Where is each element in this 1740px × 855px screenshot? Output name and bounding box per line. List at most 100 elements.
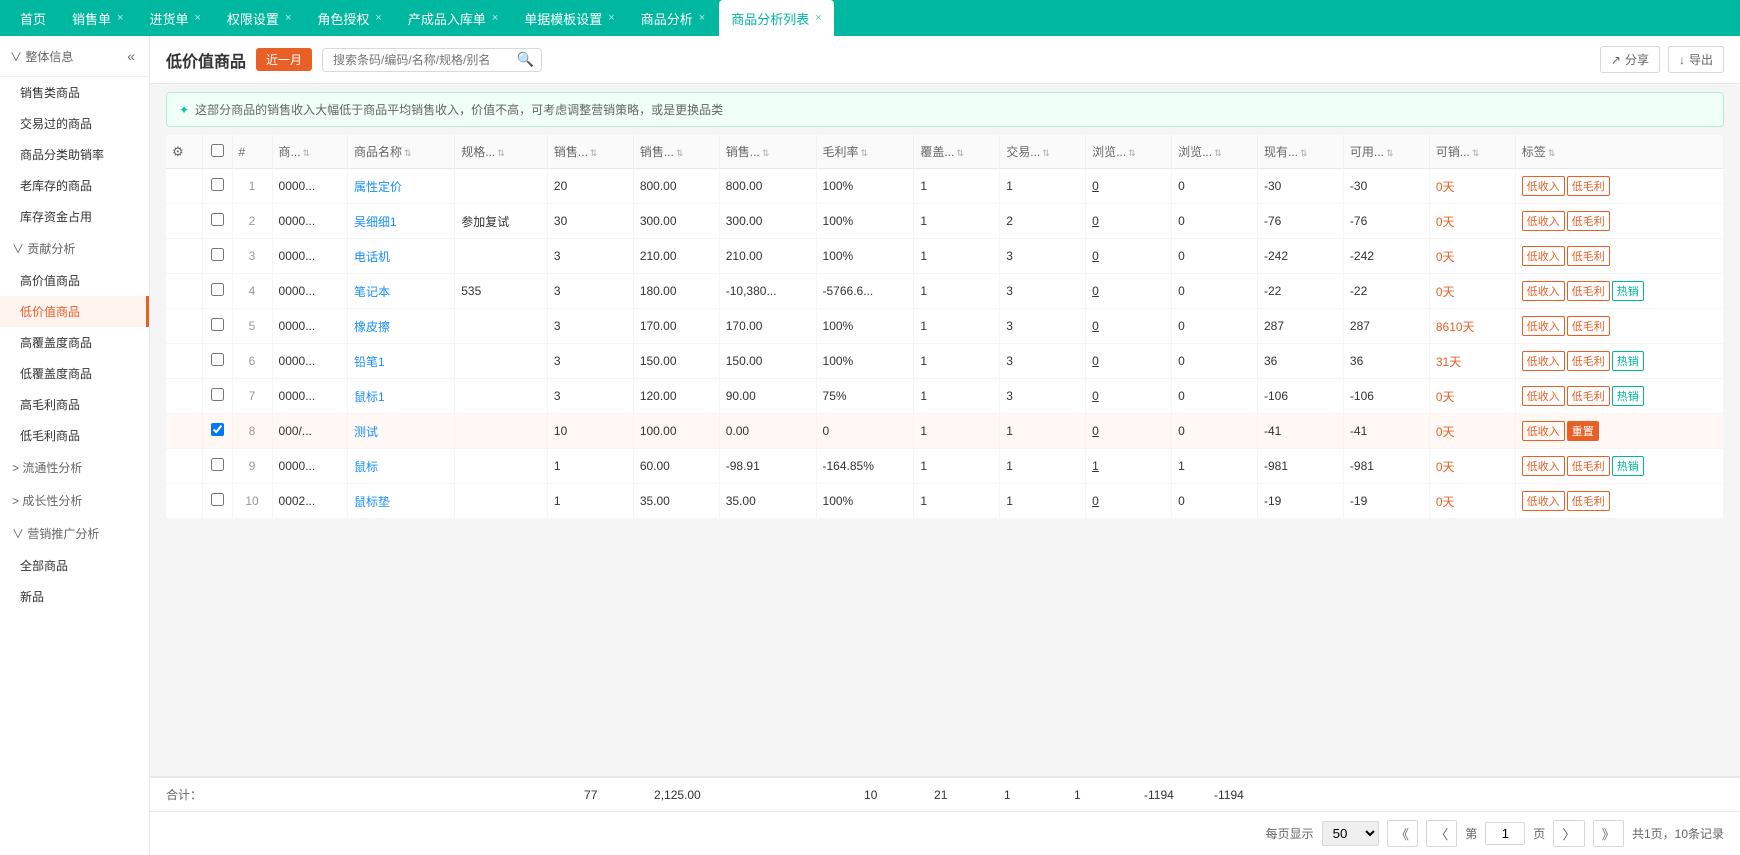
cell-name[interactable]: 铅笔1	[348, 344, 455, 379]
sidebar-item-all-products[interactable]: 全部商品	[0, 550, 149, 581]
browse-link[interactable]: 1	[1092, 459, 1099, 473]
search-input[interactable]	[322, 48, 542, 72]
cell-checkbox[interactable]	[202, 169, 232, 204]
cell-name[interactable]: 橡皮擦	[348, 309, 455, 344]
row-checkbox[interactable]	[211, 248, 224, 261]
settings-icon[interactable]: ⚙	[172, 144, 184, 159]
first-page-button[interactable]: 《	[1387, 820, 1418, 847]
share-button[interactable]: ↗ 分享	[1600, 46, 1660, 73]
th-coverage[interactable]: 覆盖...⇅	[914, 135, 1000, 169]
row-checkbox[interactable]	[211, 178, 224, 191]
cell-browse1[interactable]: 0	[1086, 484, 1172, 519]
nav-purchase[interactable]: 进货单 ×	[137, 0, 212, 36]
cell-checkbox[interactable]	[202, 414, 232, 449]
th-browse1[interactable]: 浏览...⇅	[1086, 135, 1172, 169]
per-page-select[interactable]: 50 20 100	[1322, 821, 1379, 846]
th-browse2[interactable]: 浏览...⇅	[1172, 135, 1258, 169]
th-checkbox[interactable]	[202, 135, 232, 169]
close-permissions-tab[interactable]: ×	[285, 12, 291, 24]
sidebar-item-new-products[interactable]: 新品	[0, 581, 149, 612]
sidebar-item-low-value[interactable]: 低价值商品	[0, 296, 149, 327]
th-name[interactable]: 商品名称⇅	[348, 135, 455, 169]
th-spec[interactable]: 规格...⇅	[455, 135, 548, 169]
next-page-button[interactable]: 〉	[1553, 820, 1584, 847]
sidebar-item-high-value[interactable]: 高价值商品	[0, 265, 149, 296]
cell-browse1[interactable]: 1	[1086, 449, 1172, 484]
row-checkbox[interactable]	[211, 388, 224, 401]
th-stock-now[interactable]: 现有...⇅	[1258, 135, 1344, 169]
sidebar-item-high-coverage[interactable]: 高覆盖度商品	[0, 327, 149, 358]
close-role-auth-tab[interactable]: ×	[375, 12, 381, 24]
nav-analysis-list[interactable]: 商品分析列表 ×	[719, 0, 833, 36]
search-icon[interactable]: 🔍	[517, 51, 534, 68]
th-tags[interactable]: 标签⇅	[1515, 135, 1723, 169]
export-button[interactable]: ↓ 导出	[1668, 46, 1724, 73]
row-checkbox[interactable]	[211, 213, 224, 226]
browse-link[interactable]: 0	[1092, 494, 1099, 508]
cell-browse1[interactable]: 0	[1086, 309, 1172, 344]
cell-browse1[interactable]: 0	[1086, 414, 1172, 449]
cell-browse1[interactable]: 0	[1086, 344, 1172, 379]
cell-name[interactable]: 鼠标垫	[348, 484, 455, 519]
cell-browse1[interactable]: 0	[1086, 274, 1172, 309]
browse-link[interactable]: 0	[1092, 389, 1099, 403]
th-sellable[interactable]: 可销...⇅	[1429, 135, 1515, 169]
sidebar-item-category-sales-rate[interactable]: 商品分类助销率	[0, 139, 149, 170]
cell-checkbox[interactable]	[202, 379, 232, 414]
cell-browse1[interactable]: 0	[1086, 239, 1172, 274]
filter-period-button[interactable]: 近一月	[256, 48, 312, 71]
th-trade[interactable]: 交易...⇅	[1000, 135, 1086, 169]
sidebar-item-stock-value[interactable]: 库存资金占用	[0, 201, 149, 232]
nav-role-auth[interactable]: 角色授权 ×	[305, 0, 393, 36]
th-sales-profit[interactable]: 销售...⇅	[719, 135, 816, 169]
cell-name[interactable]: 测试	[348, 414, 455, 449]
browse-link[interactable]: 0	[1092, 179, 1099, 193]
close-product-inbound-tab[interactable]: ×	[492, 12, 498, 24]
cell-checkbox[interactable]	[202, 484, 232, 519]
cell-name[interactable]: 鼠标	[348, 449, 455, 484]
browse-link[interactable]: 0	[1092, 424, 1099, 438]
cell-checkbox[interactable]	[202, 309, 232, 344]
prev-page-button[interactable]: 〈	[1426, 820, 1457, 847]
cell-browse1[interactable]: 0	[1086, 169, 1172, 204]
nav-home[interactable]: 首页	[8, 0, 58, 36]
close-template-tab[interactable]: ×	[608, 12, 614, 24]
cell-checkbox[interactable]	[202, 274, 232, 309]
close-analysis-list-tab[interactable]: ×	[815, 12, 821, 24]
row-checkbox[interactable]	[211, 283, 224, 296]
th-code[interactable]: 商...⇅	[272, 135, 348, 169]
nav-permissions[interactable]: 权限设置 ×	[215, 0, 303, 36]
cell-checkbox[interactable]	[202, 449, 232, 484]
browse-link[interactable]: 0	[1092, 249, 1099, 263]
row-checkbox[interactable]	[211, 353, 224, 366]
cell-browse1[interactable]: 0	[1086, 379, 1172, 414]
nav-product-analysis[interactable]: 商品分析 ×	[629, 0, 717, 36]
cell-browse1[interactable]: 0	[1086, 204, 1172, 239]
row-checkbox[interactable]	[211, 423, 224, 436]
row-checkbox[interactable]	[211, 493, 224, 506]
browse-link[interactable]: 0	[1092, 214, 1099, 228]
sidebar-group-growth[interactable]: > 成长性分析	[0, 484, 149, 517]
sidebar-item-traded[interactable]: 交易过的商品	[0, 108, 149, 139]
close-purchase-tab[interactable]: ×	[194, 12, 200, 24]
browse-link[interactable]: 0	[1092, 319, 1099, 333]
th-available[interactable]: 可用...⇅	[1343, 135, 1429, 169]
browse-link[interactable]: 0	[1092, 284, 1099, 298]
sidebar-item-sales-products[interactable]: 销售类商品	[0, 77, 149, 108]
th-sales-amount[interactable]: 销售...⇅	[633, 135, 719, 169]
close-sales-tab[interactable]: ×	[117, 12, 123, 24]
sidebar-group-marketing[interactable]: ∨ 营销推广分析	[0, 517, 149, 550]
cell-checkbox[interactable]	[202, 344, 232, 379]
browse-link[interactable]: 0	[1092, 354, 1099, 368]
sidebar-collapse-button[interactable]: «	[123, 44, 139, 68]
sidebar-item-high-margin[interactable]: 高毛利商品	[0, 389, 149, 420]
row-checkbox[interactable]	[211, 318, 224, 331]
cell-name[interactable]: 吴细细1	[348, 204, 455, 239]
row-checkbox[interactable]	[211, 458, 224, 471]
sidebar-item-old-stock[interactable]: 老库存的商品	[0, 170, 149, 201]
th-settings[interactable]: ⚙	[166, 135, 202, 169]
nav-sales[interactable]: 销售单 ×	[60, 0, 135, 36]
cell-name[interactable]: 电话机	[348, 239, 455, 274]
page-number-input[interactable]	[1485, 822, 1525, 845]
cell-name[interactable]: 鼠标1	[348, 379, 455, 414]
